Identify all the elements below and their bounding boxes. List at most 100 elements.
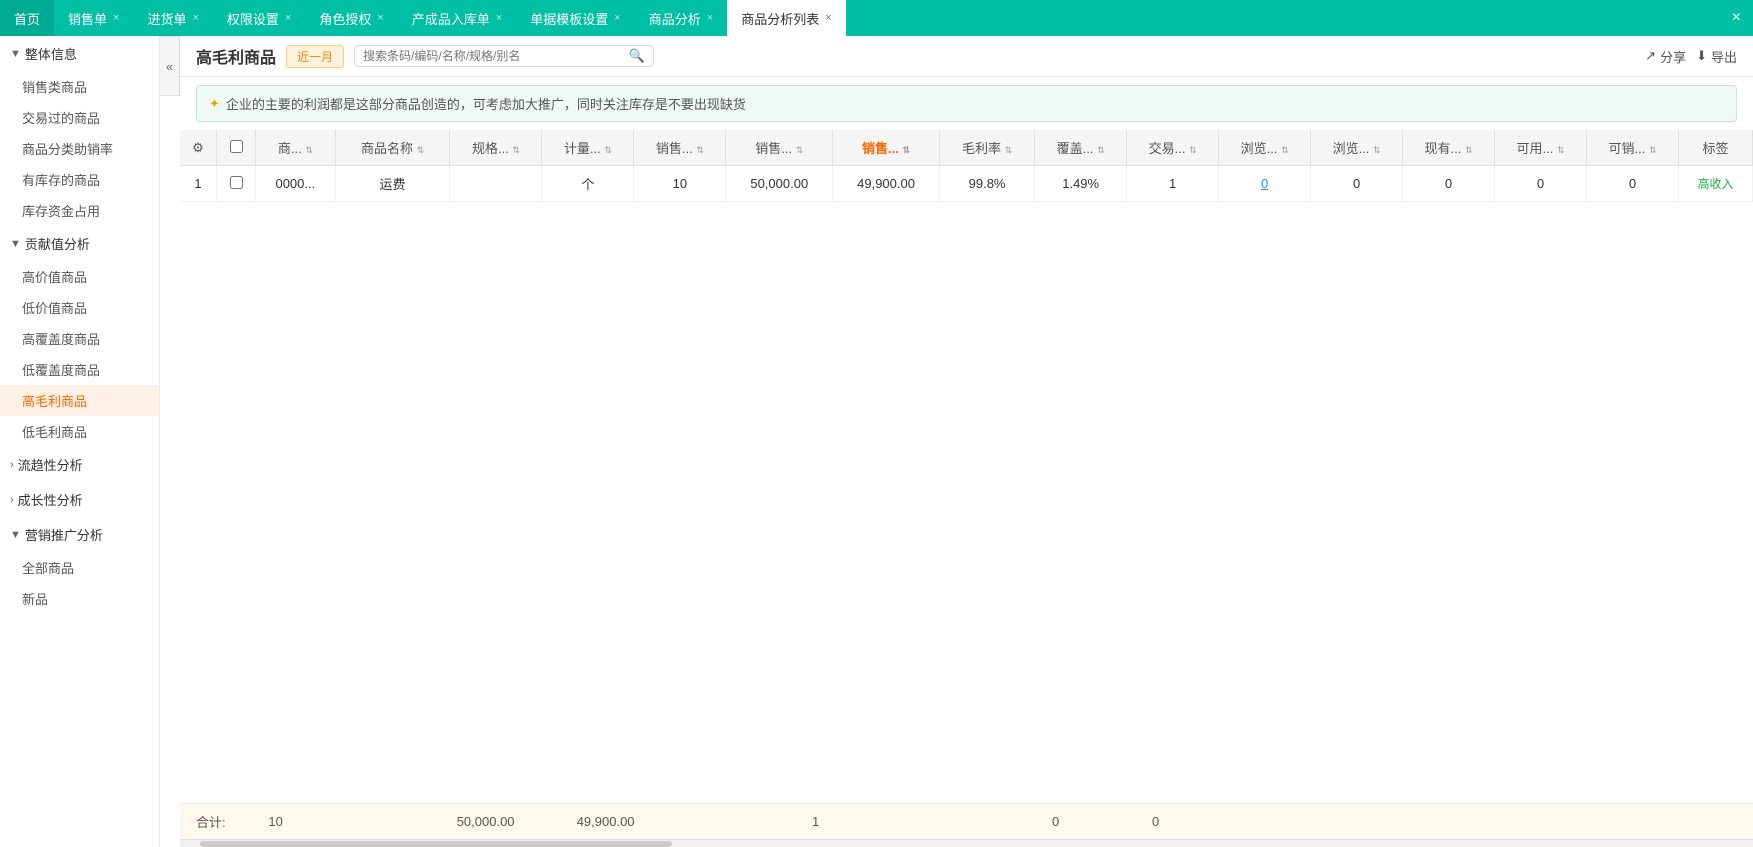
settings-icon[interactable]: ⚙	[192, 140, 204, 155]
close-sales-order[interactable]: ×	[113, 12, 119, 24]
info-banner: ✦ 企业的主要的利润都是这部分商品创造的，可考虑加大推广，同时关注库存是不要出现…	[196, 85, 1737, 122]
sort-sales1-icon: ⇅	[696, 145, 704, 155]
close-permission[interactable]: ×	[285, 12, 291, 24]
nav-purchase-order[interactable]: 进货单 ×	[133, 0, 212, 36]
sidebar-item-in-stock[interactable]: 有库存的商品	[0, 164, 159, 195]
nav-product-analysis[interactable]: 商品分析 ×	[635, 0, 727, 36]
nav-role-auth[interactable]: 角色授权 ×	[305, 0, 397, 36]
export-button[interactable]: ⬇ 导出	[1696, 47, 1737, 66]
col-spec[interactable]: 规格... ⇅	[450, 130, 542, 166]
nav-home[interactable]: 首页	[0, 0, 54, 36]
sort-sales2-icon: ⇅	[796, 145, 804, 155]
close-product-analysis-list[interactable]: ×	[825, 12, 831, 24]
action-buttons: ↗ 分享 ⬇ 导出	[1645, 47, 1737, 66]
search-icon[interactable]: 🔍	[629, 48, 645, 64]
col-tag[interactable]: 标签	[1678, 130, 1752, 166]
tag-high-income: 高收入	[1697, 177, 1733, 191]
sidebar-item-high-margin[interactable]: 高毛利商品	[0, 385, 159, 416]
footer-sales1: 10	[246, 814, 306, 829]
nav-sales-order[interactable]: 销售单 ×	[54, 0, 133, 36]
sort-sales3-icon: ⇅	[903, 145, 911, 155]
footer-sales3: 49,900.00	[546, 814, 666, 829]
arrow-flow: ›	[10, 459, 14, 471]
nav-template-settings[interactable]: 单据模板设置 ×	[516, 0, 634, 36]
row-checkbox[interactable]	[230, 176, 243, 189]
close-purchase-order[interactable]: ×	[192, 12, 198, 24]
sidebar-item-low-margin[interactable]: 低毛利商品	[0, 416, 159, 447]
search-input[interactable]	[363, 49, 625, 63]
close-production-in[interactable]: ×	[496, 12, 502, 24]
sidebar-group-overall[interactable]: ▼ 整体信息	[0, 36, 159, 71]
sort-gross-rate-icon: ⇅	[1005, 145, 1013, 155]
col-unit[interactable]: 计量... ⇅	[542, 130, 634, 166]
browse1-link[interactable]: 0	[1261, 176, 1268, 191]
sidebar-item-all-goods[interactable]: 全部商品	[0, 552, 159, 583]
filter-recent-month[interactable]: 近一月	[286, 45, 344, 68]
sidebar: ▼ 整体信息 销售类商品 交易过的商品 商品分类助销率 有库存的商品 库存资金占…	[0, 36, 160, 847]
sidebar-item-category-rate[interactable]: 商品分类助销率	[0, 133, 159, 164]
sidebar-group-growth[interactable]: › 成长性分析	[0, 482, 159, 517]
sidebar-group-marketing[interactable]: ▼ 营销推广分析	[0, 517, 159, 552]
main-area: ▼ 整体信息 销售类商品 交易过的商品 商品分类助销率 有库存的商品 库存资金占…	[0, 36, 1753, 847]
footer-total: 合计: 10 50,000.00 49,900.00 1 0 0	[180, 803, 1753, 839]
cell-unit: 个	[542, 166, 634, 202]
sidebar-group-contribution[interactable]: ▼ 贡献值分析	[0, 226, 159, 261]
cell-gross-rate: 99.8%	[939, 166, 1034, 202]
collapse-icon: «	[166, 59, 173, 74]
cell-sellable: 0	[1587, 166, 1679, 202]
horizontal-scrollbar[interactable]	[180, 839, 1753, 847]
col-trades[interactable]: 交易... ⇅	[1127, 130, 1219, 166]
cell-trades: 1	[1127, 166, 1219, 202]
sort-current-icon: ⇅	[1465, 145, 1473, 155]
sidebar-item-low-value[interactable]: 低价值商品	[0, 292, 159, 323]
close-product-analysis[interactable]: ×	[707, 12, 713, 24]
table-header-row: ⚙ 商... ⇅ 商品名称 ⇅	[180, 130, 1753, 166]
col-current[interactable]: 现有... ⇅	[1403, 130, 1495, 166]
select-all-checkbox[interactable]	[230, 140, 243, 153]
nav-product-analysis-list[interactable]: 商品分析列表 ×	[727, 0, 845, 36]
cell-sales3: 49,900.00	[833, 166, 940, 202]
col-browse2[interactable]: 浏览... ⇅	[1311, 130, 1403, 166]
sort-code-icon: ⇅	[305, 145, 313, 155]
col-settings[interactable]: ⚙	[180, 130, 216, 166]
nav-production-in[interactable]: 产成品入库单 ×	[398, 0, 516, 36]
col-name[interactable]: 商品名称 ⇅	[335, 130, 450, 166]
sidebar-group-flow[interactable]: › 流趋性分析	[0, 447, 159, 482]
cell-browse2: 0	[1311, 166, 1403, 202]
sort-browse1-icon: ⇅	[1281, 145, 1289, 155]
col-sales3[interactable]: 销售... ⇅	[833, 130, 940, 166]
col-code[interactable]: 商... ⇅	[256, 130, 336, 166]
col-coverage[interactable]: 覆盖... ⇅	[1035, 130, 1127, 166]
arrow-contribution: ▼	[10, 238, 21, 250]
col-sellable[interactable]: 可销... ⇅	[1587, 130, 1679, 166]
cell-index: 1	[180, 166, 216, 202]
cell-browse1[interactable]: 0	[1219, 166, 1311, 202]
footer-sales2: 50,000.00	[426, 814, 546, 829]
cell-checkbox[interactable]	[216, 166, 255, 202]
sort-browse2-icon: ⇅	[1373, 145, 1381, 155]
col-sales1[interactable]: 销售... ⇅	[634, 130, 726, 166]
sort-available-icon: ⇅	[1557, 145, 1565, 155]
col-browse1[interactable]: 浏览... ⇅	[1219, 130, 1311, 166]
sort-sellable-icon: ⇅	[1649, 145, 1657, 155]
sidebar-item-traded-goods[interactable]: 交易过的商品	[0, 102, 159, 133]
sidebar-item-low-coverage[interactable]: 低覆盖度商品	[0, 354, 159, 385]
sidebar-item-new-goods[interactable]: 新品	[0, 583, 159, 614]
col-checkbox[interactable]	[216, 130, 255, 166]
share-button[interactable]: ↗ 分享	[1645, 47, 1686, 66]
total-label: 合计:	[196, 812, 226, 831]
nav-permission[interactable]: 权限设置 ×	[213, 0, 305, 36]
col-sales2[interactable]: 销售... ⇅	[726, 130, 833, 166]
sidebar-item-sales-goods[interactable]: 销售类商品	[0, 71, 159, 102]
close-role-auth[interactable]: ×	[377, 12, 383, 24]
table-row: 1 0000... 运费 个 10 50,000.00 49,900.00 99	[180, 166, 1753, 202]
sidebar-collapse-button[interactable]: «	[160, 36, 180, 96]
cell-spec	[450, 166, 542, 202]
sidebar-item-stock-capital[interactable]: 库存资金占用	[0, 195, 159, 226]
col-gross-rate[interactable]: 毛利率 ⇅	[939, 130, 1034, 166]
close-app-button[interactable]: ×	[1720, 9, 1753, 27]
sidebar-item-high-value[interactable]: 高价值商品	[0, 261, 159, 292]
col-available[interactable]: 可用... ⇅	[1495, 130, 1587, 166]
sidebar-item-high-coverage[interactable]: 高覆盖度商品	[0, 323, 159, 354]
close-template-settings[interactable]: ×	[614, 12, 620, 24]
